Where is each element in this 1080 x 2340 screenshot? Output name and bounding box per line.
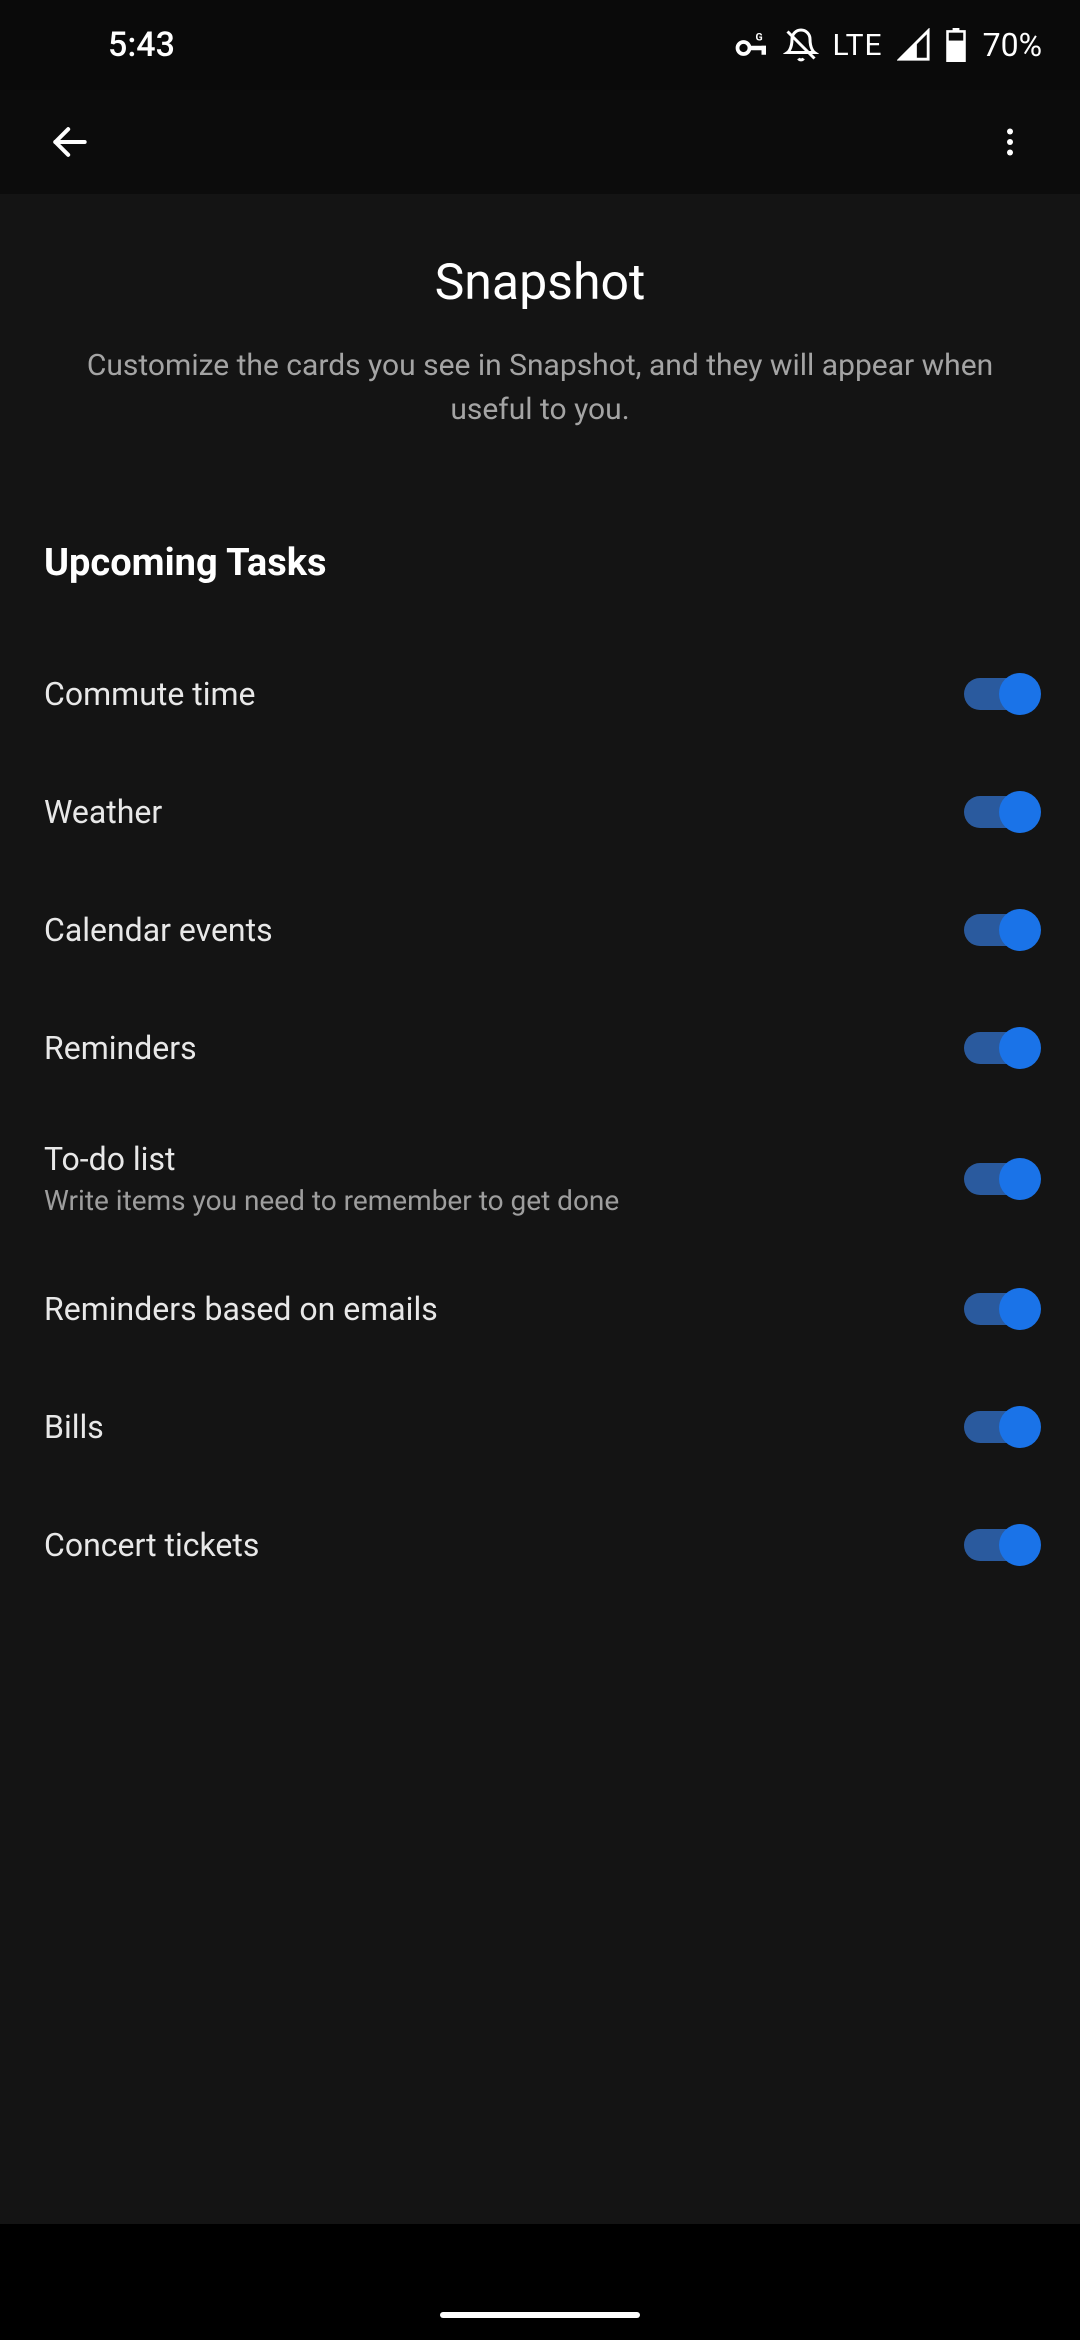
toggle-reminders[interactable] [964, 1032, 1036, 1064]
battery-percentage: 70% [983, 26, 1042, 64]
toggle-thumb [999, 1524, 1041, 1566]
toggle-calendar-events[interactable] [964, 914, 1036, 946]
setting-label: Weather [44, 793, 934, 831]
home-handle[interactable] [440, 2312, 640, 2318]
section-header-upcoming-tasks: Upcoming Tasks [0, 541, 1080, 585]
setting-row-calendar-events[interactable]: Calendar events [0, 871, 1080, 989]
toggle-bills[interactable] [964, 1411, 1036, 1443]
svg-text:G: G [755, 31, 762, 44]
setting-label: Bills [44, 1408, 934, 1446]
setting-row-bills[interactable]: Bills [0, 1368, 1080, 1486]
more-vert-icon [992, 124, 1028, 160]
setting-label: Commute time [44, 675, 934, 713]
page-title: Snapshot [0, 254, 1080, 312]
overflow-menu-button[interactable] [980, 112, 1040, 172]
setting-text: Reminders based on emails [44, 1290, 964, 1328]
toggle-thumb [999, 909, 1041, 951]
toggle-todo-list[interactable] [964, 1163, 1036, 1195]
toggle-thumb [999, 1158, 1041, 1200]
setting-row-reminders-emails[interactable]: Reminders based on emails [0, 1250, 1080, 1368]
toggle-thumb [999, 1288, 1041, 1330]
toggle-thumb [999, 791, 1041, 833]
setting-row-commute-time[interactable]: Commute time [0, 635, 1080, 753]
setting-row-todo-list[interactable]: To-do list Write items you need to remem… [0, 1107, 1080, 1250]
page-subtitle: Customize the cards you see in Snapshot,… [0, 344, 1080, 431]
setting-row-weather[interactable]: Weather [0, 753, 1080, 871]
toggle-reminders-emails[interactable] [964, 1293, 1036, 1325]
setting-text: Commute time [44, 675, 964, 713]
back-button[interactable] [40, 112, 100, 172]
toggle-thumb [999, 1406, 1041, 1448]
setting-label: To-do list [44, 1140, 934, 1178]
setting-row-reminders[interactable]: Reminders [0, 989, 1080, 1107]
setting-label: Reminders based on emails [44, 1290, 934, 1328]
cellular-signal-icon [897, 28, 931, 62]
content-area: Snapshot Customize the cards you see in … [0, 194, 1080, 2224]
setting-text: To-do list Write items you need to remem… [44, 1140, 964, 1217]
setting-row-concert-tickets[interactable]: Concert tickets [0, 1486, 1080, 1604]
setting-label: Calendar events [44, 911, 934, 949]
setting-text: Weather [44, 793, 964, 831]
status-right: G LTE 70% [733, 26, 1043, 64]
notifications-off-icon [783, 27, 819, 63]
status-time: 5:43 [108, 25, 175, 65]
setting-label: Concert tickets [44, 1526, 934, 1564]
arrow-left-icon [48, 120, 92, 164]
toggle-thumb [999, 1027, 1041, 1069]
navigation-bar [0, 2290, 1080, 2340]
setting-text: Concert tickets [44, 1526, 964, 1564]
network-type-label: LTE [833, 28, 883, 63]
toggle-commute-time[interactable] [964, 678, 1036, 710]
setting-text: Bills [44, 1408, 964, 1446]
setting-text: Reminders [44, 1029, 964, 1067]
status-bar: 5:43 G LTE [0, 0, 1080, 90]
battery-icon [945, 28, 967, 62]
toggle-weather[interactable] [964, 796, 1036, 828]
vpn-key-icon: G [733, 27, 769, 63]
setting-label: Reminders [44, 1029, 934, 1067]
toggle-thumb [999, 673, 1041, 715]
setting-description: Write items you need to remember to get … [44, 1184, 934, 1217]
toggle-concert-tickets[interactable] [964, 1529, 1036, 1561]
setting-text: Calendar events [44, 911, 964, 949]
app-bar [0, 90, 1080, 194]
